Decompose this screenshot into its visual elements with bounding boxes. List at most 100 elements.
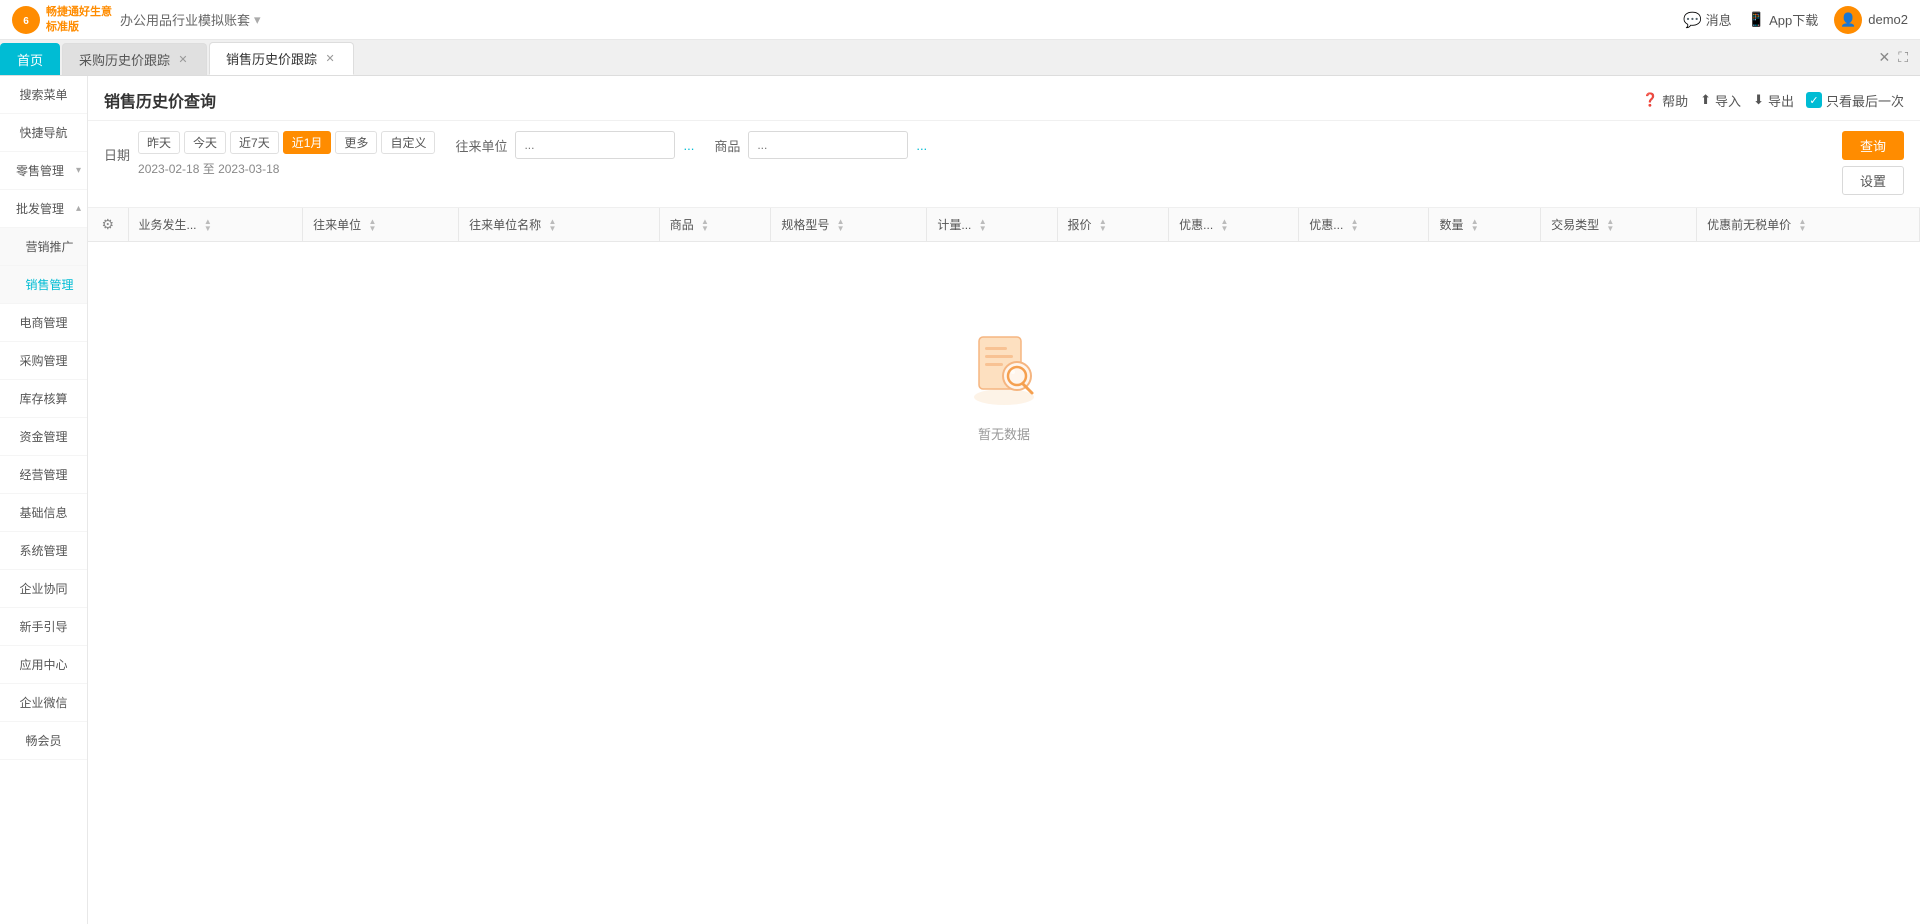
header-left: 6 畅捷通好生意 标准版 办公用品行业模拟账套 ▾ bbox=[12, 5, 261, 34]
col-discount1[interactable]: 优惠... ▲▼ bbox=[1169, 208, 1299, 242]
source-more-icon[interactable]: ... bbox=[683, 138, 694, 153]
date-filter-label: 日期 bbox=[104, 145, 130, 164]
tab-home[interactable]: 首页 bbox=[0, 43, 60, 75]
date-section: 昨天 今天 近7天 近1月 更多 自定义 2023-02-18 至 2023-0… bbox=[138, 131, 435, 177]
sort-icon: ▲▼ bbox=[368, 219, 376, 232]
sidebar-item-member[interactable]: 畅会员 bbox=[0, 722, 87, 760]
sidebar-item-system-mgmt[interactable]: 系统管理 bbox=[0, 532, 87, 570]
sidebar-item-wholesale-mgmt[interactable]: 批发管理 ▴ bbox=[0, 190, 87, 228]
table-header: ⚙ 业务发生... ▲▼ 往来单位 ▲▼ 往来单位名称 bbox=[88, 208, 1920, 242]
import-icon: ⬆ bbox=[1700, 92, 1711, 108]
col-price[interactable]: 报价 ▲▼ bbox=[1057, 208, 1169, 242]
col-pretax-price[interactable]: 优惠前无税单价 ▲▼ bbox=[1697, 208, 1920, 242]
col-unit-code[interactable]: 往来单位 ▲▼ bbox=[303, 208, 459, 242]
column-settings-icon[interactable]: ⚙ bbox=[101, 216, 114, 232]
help-button[interactable]: ❓ 帮助 bbox=[1642, 91, 1688, 110]
table-area: ⚙ 业务发生... ▲▼ 往来单位 ▲▼ 往来单位名称 bbox=[88, 208, 1920, 523]
col-unit[interactable]: 计量... ▲▼ bbox=[927, 208, 1057, 242]
tab-actions: ✕ ⛶ bbox=[1878, 40, 1920, 75]
message-icon: 💬 bbox=[1683, 11, 1702, 29]
sort-icon: ▲▼ bbox=[1099, 219, 1107, 232]
sidebar-item-enterprise-wechat[interactable]: 企业微信 bbox=[0, 684, 87, 722]
date-btn-today[interactable]: 今天 bbox=[184, 131, 226, 154]
col-goods[interactable]: 商品 ▲▼ bbox=[659, 208, 771, 242]
sort-icon: ▲▼ bbox=[837, 219, 845, 232]
sidebar-item-retail-mgmt[interactable]: 零售管理 ▾ bbox=[0, 152, 87, 190]
empty-state: 暂无数据 bbox=[88, 242, 1920, 523]
help-icon: ❓ bbox=[1642, 92, 1658, 108]
checkbox-checked-icon: ✓ bbox=[1806, 92, 1822, 108]
date-btn-custom[interactable]: 自定义 bbox=[381, 131, 435, 154]
sidebar-item-marketing[interactable]: 营销推广 bbox=[0, 228, 87, 266]
table-header-row: ⚙ 业务发生... ▲▼ 往来单位 ▲▼ 往来单位名称 bbox=[88, 208, 1920, 242]
message-button[interactable]: 💬 消息 bbox=[1683, 10, 1732, 29]
source-input[interactable] bbox=[515, 131, 675, 159]
date-btn-7days[interactable]: 近7天 bbox=[230, 131, 279, 154]
header-right: 💬 消息 📱 App下载 👤 demo2 bbox=[1683, 6, 1908, 34]
logo-icon: 6 bbox=[12, 6, 40, 34]
col-spec[interactable]: 规格型号 ▲▼ bbox=[771, 208, 927, 242]
tab-fullscreen-button[interactable]: ⛶ bbox=[1898, 49, 1908, 66]
sidebar-item-basic-info[interactable]: 基础信息 bbox=[0, 494, 87, 532]
date-range-text: 2023-02-18 至 2023-03-18 bbox=[138, 160, 435, 177]
chevron-down-icon: ▾ bbox=[76, 165, 81, 176]
action-buttons: 查询 设置 bbox=[1842, 131, 1904, 195]
sidebar-item-ecommerce-mgmt[interactable]: 电商管理 bbox=[0, 304, 87, 342]
top-header: 6 畅捷通好生意 标准版 办公用品行业模拟账套 ▾ 💬 消息 📱 App下载 👤 bbox=[0, 0, 1920, 40]
col-biz-date[interactable]: 业务发生... ▲▼ bbox=[128, 208, 303, 242]
tab-purchase-close[interactable]: ✕ bbox=[176, 53, 190, 67]
date-btn-yesterday[interactable]: 昨天 bbox=[138, 131, 180, 154]
col-settings[interactable]: ⚙ bbox=[88, 208, 128, 242]
page-title: 销售历史价查询 bbox=[104, 88, 216, 112]
sidebar-item-app-center[interactable]: 应用中心 bbox=[0, 646, 87, 684]
col-quantity[interactable]: 数量 ▲▼ bbox=[1429, 208, 1541, 242]
logo-area: 6 畅捷通好生意 标准版 bbox=[12, 5, 112, 34]
dropdown-icon[interactable]: ▾ bbox=[254, 12, 261, 28]
tab-purchase-history[interactable]: 采购历史价跟踪 ✕ bbox=[62, 43, 207, 75]
tab-sales-close[interactable]: ✕ bbox=[323, 52, 337, 66]
sidebar: 搜索菜单 快捷导航 零售管理 ▾ 批发管理 ▴ 营销推广 销售管理 电商管理 采… bbox=[0, 76, 88, 924]
search-button[interactable]: 查询 bbox=[1842, 131, 1904, 160]
date-buttons: 昨天 今天 近7天 近1月 更多 自定义 bbox=[138, 131, 435, 154]
goods-input[interactable] bbox=[748, 131, 908, 159]
phone-icon: 📱 bbox=[1748, 11, 1765, 28]
empty-text: 暂无数据 bbox=[978, 424, 1030, 443]
page-actions: ❓ 帮助 ⬆ 导入 ⬇ 导出 ✓ 只看最后一次 bbox=[1642, 91, 1904, 110]
page-container: 销售历史价查询 ❓ 帮助 ⬆ 导入 ⬇ 导出 ✓ bbox=[88, 76, 1920, 924]
date-btn-1month[interactable]: 近1月 bbox=[283, 131, 332, 154]
tab-sales-history[interactable]: 销售历史价跟踪 ✕ bbox=[209, 42, 354, 75]
sidebar-item-finance-mgmt[interactable]: 资金管理 bbox=[0, 418, 87, 456]
tab-home-label: 首页 bbox=[17, 50, 43, 69]
page-header: 销售历史价查询 ❓ 帮助 ⬆ 导入 ⬇ 导出 ✓ bbox=[88, 76, 1920, 121]
goods-filter-group: 商品 ... bbox=[714, 131, 927, 159]
logo-text: 畅捷通好生意 标准版 bbox=[46, 5, 112, 34]
sidebar-item-newbie-guide[interactable]: 新手引导 bbox=[0, 608, 87, 646]
user-area[interactable]: 👤 demo2 bbox=[1834, 6, 1908, 34]
sidebar-item-search-menu[interactable]: 搜索菜单 bbox=[0, 76, 87, 114]
tab-close-all-button[interactable]: ✕ bbox=[1878, 49, 1890, 66]
export-button[interactable]: ⬇ 导出 bbox=[1753, 91, 1794, 110]
import-button[interactable]: ⬆ 导入 bbox=[1700, 91, 1741, 110]
sidebar-item-enterprise-coop[interactable]: 企业协同 bbox=[0, 570, 87, 608]
col-unit-name[interactable]: 往来单位名称 ▲▼ bbox=[459, 208, 660, 242]
date-btn-more[interactable]: 更多 bbox=[335, 131, 377, 154]
goods-more-icon[interactable]: ... bbox=[916, 138, 927, 153]
breadcrumb: 办公用品行业模拟账套 ▾ bbox=[120, 10, 261, 29]
sidebar-item-inventory[interactable]: 库存核算 bbox=[0, 380, 87, 418]
col-trade-type[interactable]: 交易类型 ▲▼ bbox=[1541, 208, 1697, 242]
source-filter-label: 往来单位 bbox=[455, 136, 507, 155]
content-area: 销售历史价查询 ❓ 帮助 ⬆ 导入 ⬇ 导出 ✓ bbox=[88, 76, 1920, 924]
sidebar-item-operations-mgmt[interactable]: 经营管理 bbox=[0, 456, 87, 494]
app-download-button[interactable]: 📱 App下载 bbox=[1748, 10, 1819, 29]
empty-icon bbox=[959, 322, 1049, 412]
export-icon: ⬇ bbox=[1753, 92, 1764, 108]
col-discount2[interactable]: 优惠... ▲▼ bbox=[1299, 208, 1429, 242]
sort-icon: ▲▼ bbox=[1471, 219, 1479, 232]
sidebar-item-purchase-mgmt[interactable]: 采购管理 bbox=[0, 342, 87, 380]
tab-sales-label: 销售历史价跟踪 bbox=[226, 49, 317, 68]
sidebar-item-quick-nav[interactable]: 快捷导航 bbox=[0, 114, 87, 152]
settings-button[interactable]: 设置 bbox=[1842, 166, 1904, 195]
sidebar-item-sales-mgmt[interactable]: 销售管理 bbox=[0, 266, 87, 304]
only-last-checkbox[interactable]: ✓ 只看最后一次 bbox=[1806, 91, 1904, 110]
sort-icon: ▲▼ bbox=[204, 219, 212, 232]
